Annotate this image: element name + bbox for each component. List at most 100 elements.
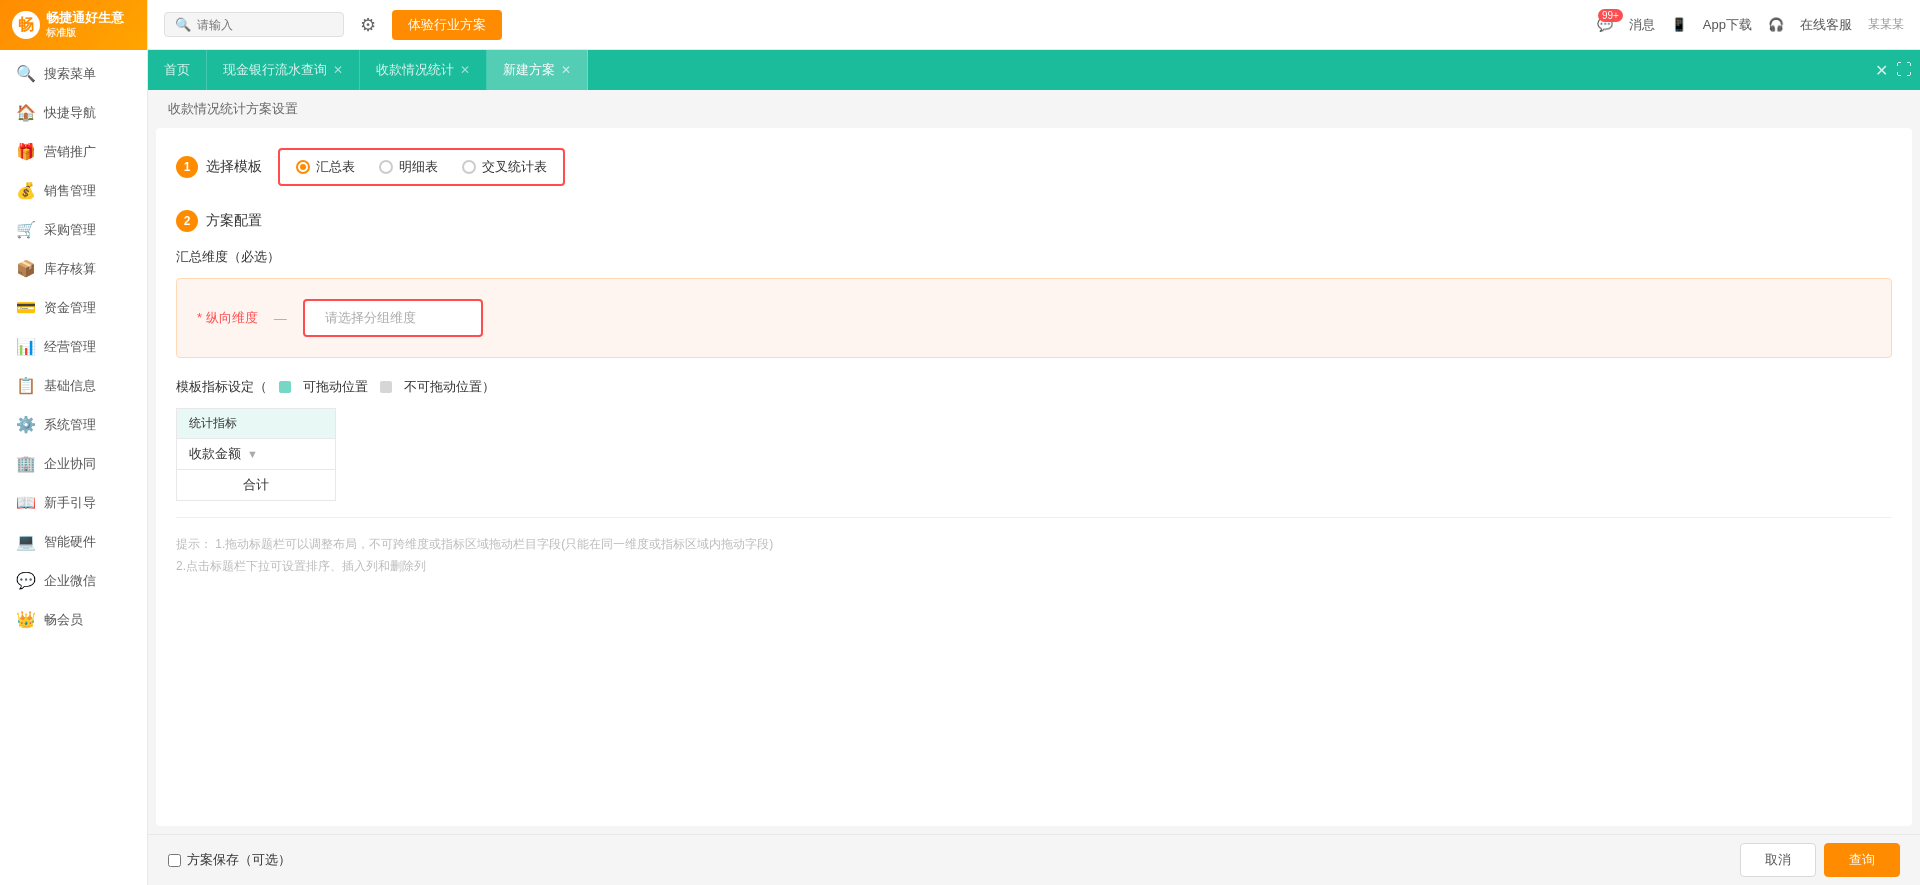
- search-input[interactable]: [197, 18, 327, 32]
- sidebar-item-label: 库存核算: [44, 260, 96, 278]
- dim-arrow: —: [274, 311, 287, 326]
- main-area: 🔍 ⚙ 体验行业方案 💬 99+ 消息 📱 App下载 🎧 在线客服 某某某 首…: [148, 0, 1920, 885]
- sidebar-item-label: 经营管理: [44, 338, 96, 356]
- sidebar-item-guide[interactable]: 📖 新手引导: [0, 483, 147, 522]
- sidebar-item-marketing[interactable]: 🎁 营销推广: [0, 132, 147, 171]
- sidebar-item-inventory[interactable]: 📦 库存核算: [0, 249, 147, 288]
- tab-bank-close[interactable]: ✕: [333, 63, 343, 77]
- sidebar-item-sales[interactable]: 💰 销售管理: [0, 171, 147, 210]
- sidebar-item-label: 系统管理: [44, 416, 96, 434]
- option-summary-label: 汇总表: [316, 158, 355, 176]
- dimension-area: * 纵向维度 — 请选择分组维度: [176, 278, 1892, 358]
- tab-new-plan[interactable]: 新建方案 ✕: [487, 50, 588, 90]
- sidebar-item-label: 基础信息: [44, 377, 96, 395]
- tab-home-label: 首页: [164, 61, 190, 79]
- page-title: 收款情况统计方案设置: [148, 90, 1920, 128]
- tabbar-controls: ✕ ⛶: [1867, 50, 1920, 90]
- tab-receipts-label: 收款情况统计: [376, 61, 454, 79]
- sidebar-item-label: 新手引导: [44, 494, 96, 512]
- page-body: 1 选择模板 汇总表 明细表: [156, 128, 1912, 826]
- gear-button[interactable]: ⚙: [360, 14, 376, 36]
- chat-icon: 💬: [16, 571, 36, 590]
- search-icon: 🔍: [175, 17, 191, 32]
- home-icon: 🏠: [16, 103, 36, 122]
- stats-table: 统计指标 收款金额 ▼ 合计: [176, 408, 336, 501]
- trial-btn[interactable]: 体验行业方案: [392, 10, 502, 40]
- drag-label: 可拖动位置: [303, 378, 368, 396]
- option-cross[interactable]: 交叉统计表: [462, 158, 547, 176]
- sidebar-item-label: 销售管理: [44, 182, 96, 200]
- query-button[interactable]: 查询: [1824, 843, 1900, 877]
- book-icon: 📖: [16, 493, 36, 512]
- tab-home[interactable]: 首页: [148, 50, 207, 90]
- radio-detail[interactable]: [379, 160, 393, 174]
- dim-select[interactable]: 请选择分组维度: [303, 299, 483, 337]
- crown-icon: 👑: [16, 610, 36, 629]
- stats-amount-label: 收款金额: [189, 445, 241, 463]
- drag-dot-teal: [279, 381, 291, 393]
- hint-1: 提示： 1.拖动标题栏可以调整布局，不可跨维度或指标区域拖动栏目字段(只能在同一…: [176, 534, 1892, 556]
- step2-section: 2 方案配置 汇总维度（必选） * 纵向维度 — 请选择分组维度: [176, 210, 1892, 577]
- sidebar-item-label: 企业微信: [44, 572, 96, 590]
- topbar: 🔍 ⚙ 体验行业方案 💬 99+ 消息 📱 App下载 🎧 在线客服 某某某: [148, 0, 1920, 50]
- sidebar-item-quick-nav[interactable]: 🏠 快捷导航: [0, 93, 147, 132]
- dim-select-placeholder: 请选择分组维度: [325, 310, 416, 325]
- drag-indicator: [279, 381, 291, 393]
- logo-icon: 畅: [12, 11, 40, 39]
- hint-2: 2.点击标题栏下拉可设置排序、插入列和删除列: [176, 556, 1892, 578]
- metrics-section: 模板指标设定（ 可拖动位置 不可拖动位置） 统计指标: [176, 378, 1892, 501]
- sidebar-item-member[interactable]: 👑 畅会员: [0, 600, 147, 639]
- sidebar-menu: 🔍 搜索菜单 🏠 快捷导航 🎁 营销推广 💰 销售管理 🛒 采购管理 📦 库存核…: [0, 50, 147, 885]
- message-badge: 99+: [1598, 9, 1623, 22]
- maximize-window-icon[interactable]: ⛶: [1896, 61, 1912, 79]
- clipboard-icon: 📋: [16, 376, 36, 395]
- sidebar-item-label: 智能硬件: [44, 533, 96, 551]
- tab-receipts-close[interactable]: ✕: [460, 63, 470, 77]
- sidebar-item-label: 采购管理: [44, 221, 96, 239]
- logo-sub: 标准版: [46, 26, 124, 40]
- step1-section: 1 选择模板 汇总表 明细表: [176, 148, 1892, 186]
- search-box[interactable]: 🔍: [164, 12, 344, 37]
- content-area: 收款情况统计方案设置 1 选择模板 汇总表: [148, 90, 1920, 885]
- app-download-label[interactable]: App下载: [1703, 16, 1752, 34]
- radio-summary[interactable]: [296, 160, 310, 174]
- tab-new-plan-close[interactable]: ✕: [561, 63, 571, 77]
- service-label[interactable]: 在线客服: [1800, 16, 1852, 34]
- tab-new-plan-label: 新建方案: [503, 61, 555, 79]
- radio-cross[interactable]: [462, 160, 476, 174]
- sidebar-item-search-menu[interactable]: 🔍 搜索菜单: [0, 54, 147, 93]
- option-detail[interactable]: 明细表: [379, 158, 438, 176]
- stats-dropdown-icon[interactable]: ▼: [247, 448, 258, 460]
- cancel-button[interactable]: 取消: [1740, 843, 1816, 877]
- sidebar-item-system[interactable]: ⚙️ 系统管理: [0, 405, 147, 444]
- sidebar-item-hardware[interactable]: 💻 智能硬件: [0, 522, 147, 561]
- close-window-icon[interactable]: ✕: [1875, 61, 1888, 80]
- save-checkbox[interactable]: [168, 854, 181, 867]
- sidebar-item-wechat[interactable]: 💬 企业微信: [0, 561, 147, 600]
- topbar-right: 💬 99+ 消息 📱 App下载 🎧 在线客服 某某某: [1597, 16, 1904, 34]
- sidebar-item-finance[interactable]: 💳 资金管理: [0, 288, 147, 327]
- service-icon: 🎧: [1768, 17, 1784, 32]
- tab-bank[interactable]: 现金银行流水查询 ✕: [207, 50, 360, 90]
- sidebar-item-enterprise[interactable]: 🏢 企业协同: [0, 444, 147, 483]
- tab-receipts[interactable]: 收款情况统计 ✕: [360, 50, 487, 90]
- option-cross-label: 交叉统计表: [482, 158, 547, 176]
- drag-dot-grey: [380, 381, 392, 393]
- option-summary[interactable]: 汇总表: [296, 158, 355, 176]
- user-label: 某某某: [1868, 16, 1904, 33]
- save-checkbox-label[interactable]: 方案保存（可选）: [168, 851, 291, 869]
- sidebar-item-label: 资金管理: [44, 299, 96, 317]
- sidebar-item-operations[interactable]: 📊 经营管理: [0, 327, 147, 366]
- sidebar-item-purchase[interactable]: 🛒 采购管理: [0, 210, 147, 249]
- tabbar: 首页 现金银行流水查询 ✕ 收款情况统计 ✕ 新建方案 ✕ ✕ ⛶: [148, 50, 1920, 90]
- save-checkbox-text: 方案保存（可选）: [187, 851, 291, 869]
- chart-icon: 📊: [16, 337, 36, 356]
- search-menu-icon: 🔍: [16, 64, 36, 83]
- sidebar-item-basics[interactable]: 📋 基础信息: [0, 366, 147, 405]
- message-label: 消息: [1629, 16, 1655, 34]
- message-btn[interactable]: 💬 99+: [1597, 17, 1613, 32]
- settings-icon: ⚙️: [16, 415, 36, 434]
- sidebar-item-label: 快捷导航: [44, 104, 96, 122]
- money-icon: 💰: [16, 181, 36, 200]
- step1-title: 选择模板: [206, 158, 262, 176]
